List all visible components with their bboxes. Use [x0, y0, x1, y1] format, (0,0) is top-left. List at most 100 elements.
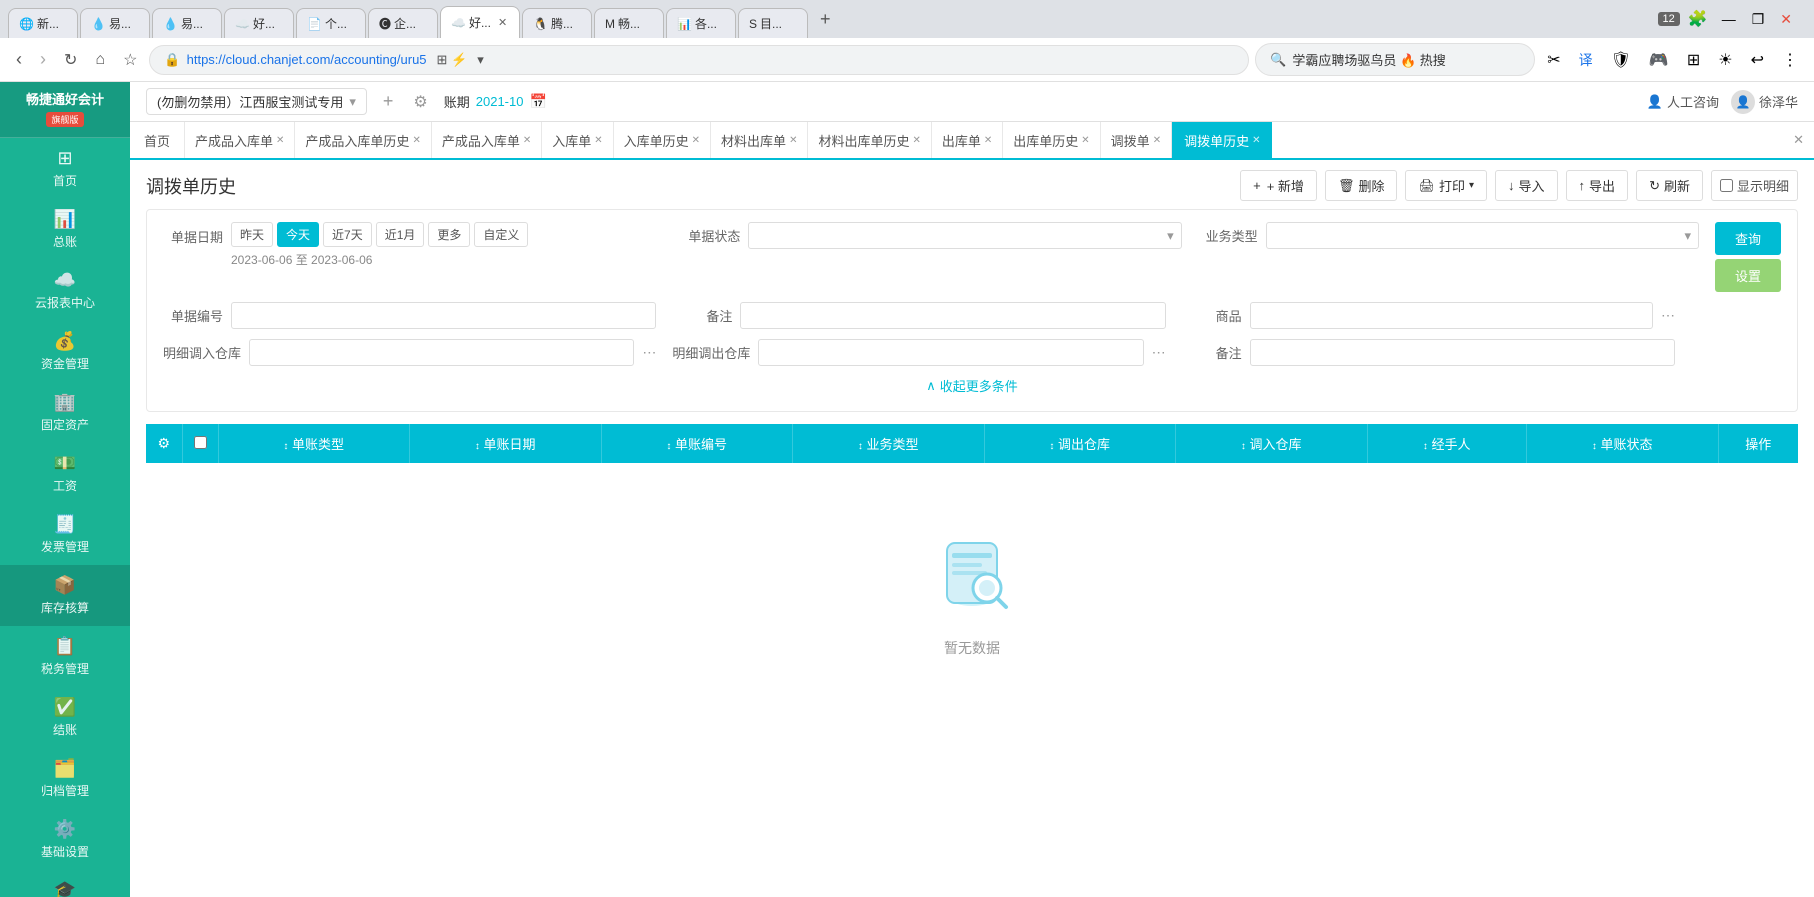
display-toggle[interactable]: 显示明细 [1711, 170, 1798, 201]
app-tab-5[interactable]: 入库单历史 ✕ [614, 122, 711, 158]
sidebar-item-settings[interactable]: ⚙️ 基础设置 [0, 809, 130, 870]
detail-in-more-icon[interactable]: ⋯ [642, 344, 656, 361]
company-selector[interactable]: (勿删勿禁用）江西服宝测试专用 ▾ [146, 88, 367, 115]
select-all-checkbox[interactable] [194, 436, 207, 449]
chevron-down-icon[interactable]: ▾ [477, 52, 484, 68]
app-tab-home[interactable]: 首页 [130, 122, 185, 158]
browser-tab-3[interactable]: 💧 易... [152, 8, 222, 38]
game-icon[interactable]: 🎮 [1643, 48, 1675, 72]
browser-tab-9[interactable]: M 畅... [594, 8, 664, 38]
import-btn[interactable]: ↓ 导入 [1495, 170, 1558, 201]
browser-tab-8[interactable]: 🐧 腾... [522, 8, 592, 38]
sidebar-item-guide[interactable]: 🎓 新手引导 [0, 870, 130, 897]
app-tab-11-active[interactable]: 调拨单历史 ✕ [1172, 122, 1272, 158]
close-window-btn[interactable]: ✕ [1774, 9, 1798, 30]
tab-close-icon[interactable]: ✕ [692, 135, 700, 146]
th-status[interactable]: ↕ 单账状态 [1526, 424, 1718, 463]
app-tab-4[interactable]: 入库单 ✕ [542, 122, 613, 158]
search-bar[interactable]: 🔍 学霸应聘场驱鸟员 🔥 热搜 [1255, 43, 1535, 76]
sidebar-item-cloud-report[interactable]: ☁️ 云报表中心 [0, 260, 130, 321]
app-tab-9[interactable]: 出库单历史 ✕ [1003, 122, 1100, 158]
sidebar-item-archive[interactable]: 🗂️ 归档管理 [0, 748, 130, 809]
browser-tab-6[interactable]: 🅒 企... [368, 8, 438, 38]
sidebar-item-fixed-assets[interactable]: 🏢 固定资产 [0, 382, 130, 443]
remark-input[interactable] [740, 302, 1165, 329]
detail-out-input[interactable] [758, 339, 1143, 366]
th-in-warehouse[interactable]: ↕ 调入仓库 [1176, 424, 1368, 463]
tab-close-icon[interactable]: ✕ [594, 135, 602, 146]
detail-in-input[interactable] [249, 339, 634, 366]
tab-close-icon[interactable]: ✕ [984, 135, 992, 146]
sidebar-item-tax[interactable]: 📋 税务管理 [0, 626, 130, 687]
add-company-btn[interactable]: + [379, 91, 398, 112]
display-checkbox[interactable] [1720, 179, 1733, 192]
tab-close-icon[interactable]: ✕ [276, 135, 284, 146]
last7-btn[interactable]: 近7天 [323, 222, 372, 247]
extensions-icon[interactable]: 🧩 [1684, 7, 1712, 31]
tab-close-icon[interactable]: ✕ [1252, 135, 1260, 146]
th-number[interactable]: ↕ 单账编号 [601, 424, 793, 463]
th-gear[interactable]: ⚙ [146, 424, 182, 463]
biz-type-select[interactable] [1266, 222, 1699, 249]
sidebar-item-ledger[interactable]: 📊 总账 [0, 199, 130, 260]
app-tab-6[interactable]: 材料出库单 ✕ [711, 122, 808, 158]
goods-input[interactable] [1250, 302, 1653, 329]
undo-icon[interactable]: ↩ [1745, 48, 1770, 72]
print-btn[interactable]: 🖨 打印 ▾ [1405, 170, 1487, 201]
settings-company-btn[interactable]: ⚙ [409, 92, 431, 112]
th-out-warehouse[interactable]: ↕ 调出仓库 [984, 424, 1176, 463]
browser-tab-1[interactable]: 🌐 新... [8, 8, 78, 38]
tab-close-icon[interactable]: ✕ [1081, 135, 1089, 146]
tab-close-icon[interactable]: ✕ [912, 135, 920, 146]
tab-close-icon[interactable]: ✕ [523, 135, 531, 146]
new-tab-btn[interactable]: + [812, 6, 839, 32]
note-input[interactable] [1250, 339, 1675, 366]
yesterday-btn[interactable]: 昨天 [231, 222, 273, 247]
grid-icon[interactable]: ⊞ [1681, 48, 1706, 72]
collapse-btn[interactable]: ∧ 收起更多条件 [918, 372, 1026, 399]
maximize-btn[interactable]: ❐ [1746, 9, 1771, 30]
period-selector[interactable]: 账期 2021-10 📅 [444, 92, 547, 111]
browser-tab-10[interactable]: 📊 各... [666, 8, 736, 38]
app-tab-2[interactable]: 产成品入库单历史 ✕ [295, 122, 431, 158]
back-btn[interactable]: ‹ [10, 45, 28, 74]
th-checkbox[interactable] [182, 424, 218, 463]
last-month-btn[interactable]: 近1月 [376, 222, 425, 247]
new-btn[interactable]: + + 新增 [1240, 170, 1317, 201]
app-tab-1[interactable]: 产成品入库单 ✕ [185, 122, 295, 158]
today-btn[interactable]: 今天 [277, 222, 319, 247]
tab-close-icon[interactable]: ✕ [498, 16, 507, 29]
refresh-btn[interactable]: ↻ 刷新 [1636, 170, 1703, 201]
translate-icon[interactable]: 译 [1573, 48, 1599, 72]
tab-close-icon[interactable]: ✕ [412, 135, 420, 146]
th-type[interactable]: ↕ 单账类型 [218, 424, 410, 463]
app-tab-10[interactable]: 调拨单 ✕ [1101, 122, 1172, 158]
th-date[interactable]: ↕ 单账日期 [410, 424, 602, 463]
shield-icon[interactable]: 🛡 [1605, 48, 1637, 72]
sidebar-item-close[interactable]: ✅ 结账 [0, 687, 130, 748]
tab-close-icon[interactable]: ✕ [789, 135, 797, 146]
brightness-icon[interactable]: ☀ [1712, 48, 1738, 72]
reload-btn[interactable]: ↻ [58, 46, 83, 74]
filter-settings-btn[interactable]: 设置 [1715, 259, 1781, 292]
tab-close-icon[interactable]: ✕ [1153, 135, 1161, 146]
th-handler[interactable]: ↕ 经手人 [1367, 424, 1526, 463]
th-biz-type[interactable]: ↕ 业务类型 [793, 424, 985, 463]
menu-icon[interactable]: ⋮ [1776, 48, 1804, 72]
delete-btn[interactable]: 🗑 删除 [1325, 170, 1398, 201]
home-btn[interactable]: ⌂ [89, 47, 111, 73]
browser-tab-2[interactable]: 💧 易... [80, 8, 150, 38]
user-service[interactable]: 👤 人工咨询 [1647, 92, 1719, 111]
status-select[interactable] [748, 222, 1181, 249]
address-bar[interactable]: 🔒 https://cloud.chanjet.com/accounting/u… [149, 45, 1249, 75]
browser-tab-4[interactable]: ☁️ 好... [224, 8, 294, 38]
query-btn[interactable]: 查询 [1715, 222, 1781, 255]
close-all-btn[interactable]: ✕ [1783, 124, 1814, 156]
forward-btn[interactable]: › [34, 45, 52, 74]
browser-tab-5[interactable]: 📄 个... [296, 8, 366, 38]
minimize-btn[interactable]: — [1716, 9, 1742, 29]
browser-tab-11[interactable]: S 目... [738, 8, 808, 38]
app-tab-7[interactable]: 材料出库单历史 ✕ [808, 122, 931, 158]
sidebar-item-invoice[interactable]: 🧾 发票管理 [0, 504, 130, 565]
custom-btn[interactable]: 自定义 [474, 222, 528, 247]
